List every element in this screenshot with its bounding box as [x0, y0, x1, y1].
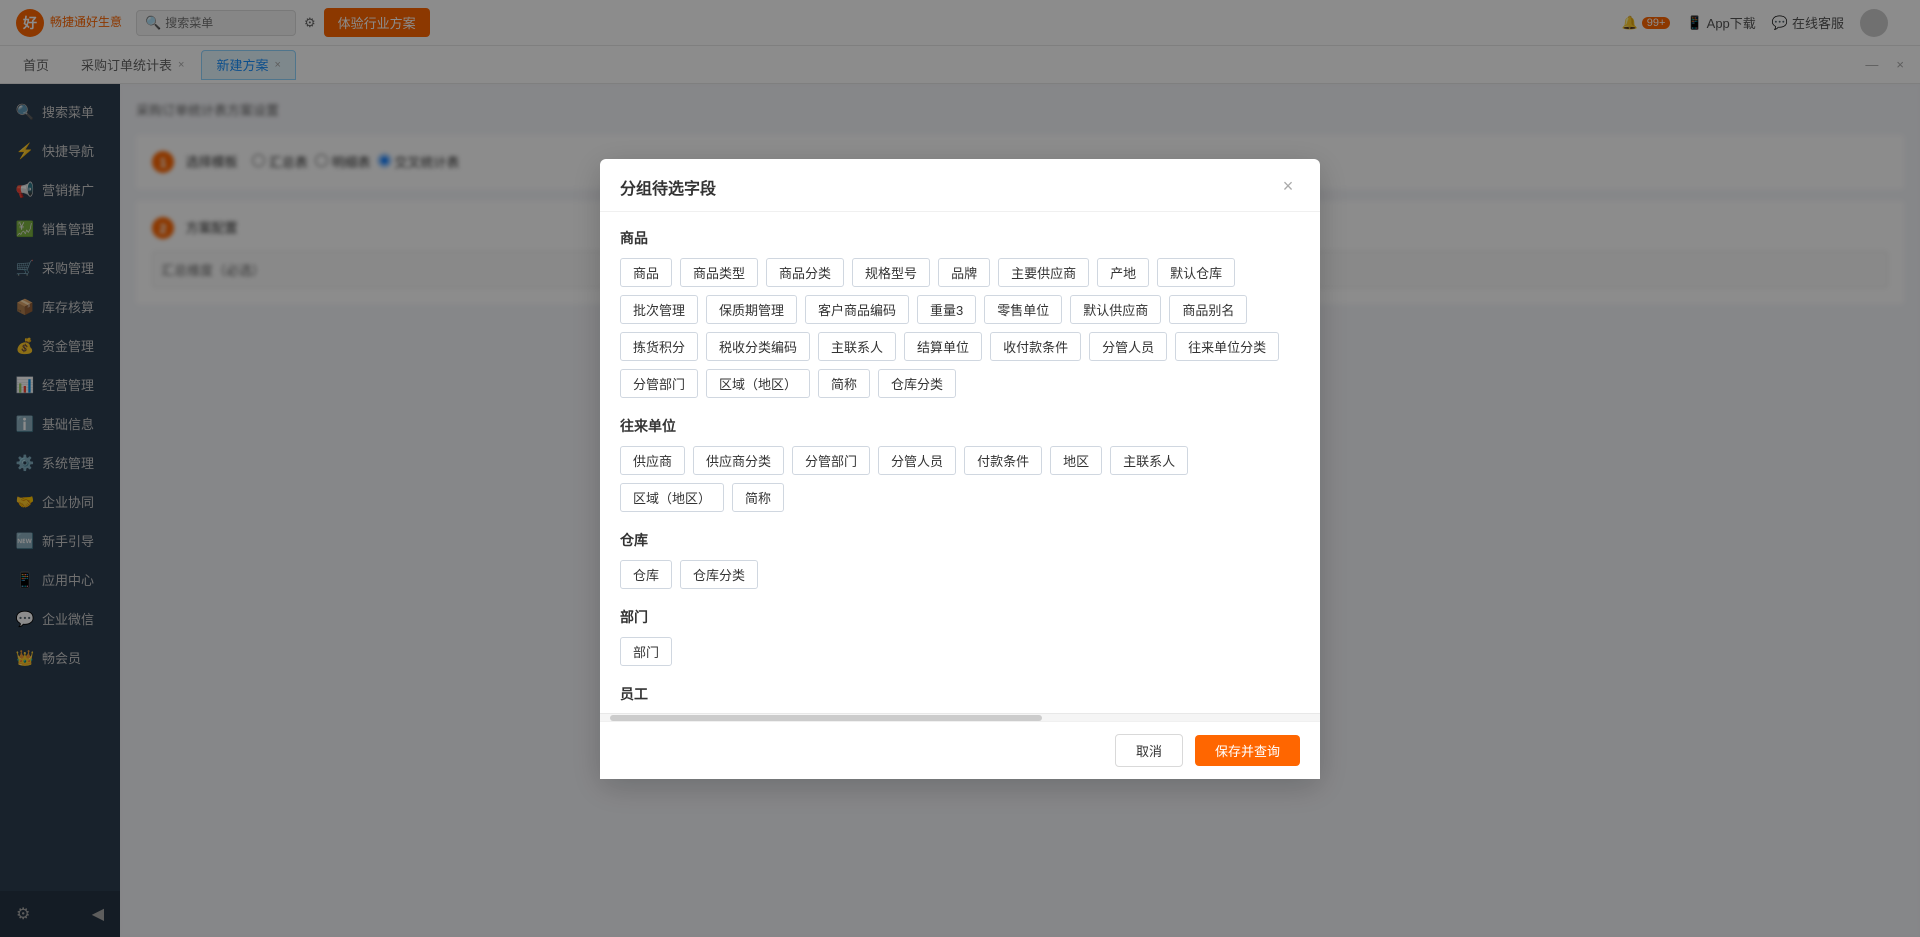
- modal-section-2: 仓库仓库仓库分类: [620, 530, 1300, 589]
- modal-overlay: 分组待选字段 × 商品商品商品类型商品分类规格型号品牌主要供应商产地默认仓库批次…: [0, 0, 1920, 937]
- field-tag-2-1[interactable]: 仓库分类: [680, 560, 758, 589]
- field-tag-0-6[interactable]: 产地: [1097, 258, 1149, 287]
- field-tags-0: 商品商品类型商品分类规格型号品牌主要供应商产地默认仓库批次管理保质期管理客户商品…: [620, 258, 1300, 398]
- section-title-1: 往来单位: [620, 416, 1300, 436]
- section-title-4: 员工: [620, 684, 1300, 704]
- field-tag-0-25[interactable]: 仓库分类: [878, 369, 956, 398]
- field-tag-0-22[interactable]: 分管部门: [620, 369, 698, 398]
- modal-header: 分组待选字段 ×: [600, 159, 1320, 212]
- field-tag-1-1[interactable]: 供应商分类: [693, 446, 784, 475]
- field-tag-0-2[interactable]: 商品分类: [766, 258, 844, 287]
- field-tag-0-15[interactable]: 拣货积分: [620, 332, 698, 361]
- field-tag-0-11[interactable]: 重量3: [917, 295, 976, 324]
- field-tag-0-20[interactable]: 分管人员: [1089, 332, 1167, 361]
- modal-close-btn[interactable]: ×: [1276, 175, 1300, 199]
- section-title-2: 仓库: [620, 530, 1300, 550]
- field-tag-0-1[interactable]: 商品类型: [680, 258, 758, 287]
- field-tag-1-2[interactable]: 分管部门: [792, 446, 870, 475]
- field-tag-0-3[interactable]: 规格型号: [852, 258, 930, 287]
- field-tag-0-5[interactable]: 主要供应商: [998, 258, 1089, 287]
- field-tag-1-6[interactable]: 主联系人: [1110, 446, 1188, 475]
- field-tag-1-7[interactable]: 区域（地区）: [620, 483, 724, 512]
- field-tag-0-0[interactable]: 商品: [620, 258, 672, 287]
- modal-section-4: 员工业务员: [620, 684, 1300, 713]
- field-tag-0-4[interactable]: 品牌: [938, 258, 990, 287]
- field-tags-2: 仓库仓库分类: [620, 560, 1300, 589]
- field-tag-0-14[interactable]: 商品别名: [1169, 295, 1247, 324]
- field-tag-1-4[interactable]: 付款条件: [964, 446, 1042, 475]
- field-tag-1-3[interactable]: 分管人员: [878, 446, 956, 475]
- modal-section-0: 商品商品商品类型商品分类规格型号品牌主要供应商产地默认仓库批次管理保质期管理客户…: [620, 228, 1300, 398]
- field-tag-0-9[interactable]: 保质期管理: [706, 295, 797, 324]
- section-title-3: 部门: [620, 607, 1300, 627]
- field-tag-0-24[interactable]: 简称: [818, 369, 870, 398]
- modal-dialog: 分组待选字段 × 商品商品商品类型商品分类规格型号品牌主要供应商产地默认仓库批次…: [600, 159, 1320, 779]
- field-tag-0-8[interactable]: 批次管理: [620, 295, 698, 324]
- field-tag-0-19[interactable]: 收付款条件: [990, 332, 1081, 361]
- section-title-0: 商品: [620, 228, 1300, 248]
- field-tag-0-16[interactable]: 税收分类编码: [706, 332, 810, 361]
- field-tag-0-17[interactable]: 主联系人: [818, 332, 896, 361]
- cancel-button[interactable]: 取消: [1115, 734, 1183, 767]
- field-tag-1-5[interactable]: 地区: [1050, 446, 1102, 475]
- field-tag-3-0[interactable]: 部门: [620, 637, 672, 666]
- modal-section-1: 往来单位供应商供应商分类分管部门分管人员付款条件地区主联系人区域（地区） 简称: [620, 416, 1300, 512]
- field-tag-0-10[interactable]: 客户商品编码: [805, 295, 909, 324]
- field-tag-0-23[interactable]: 区域（地区）: [706, 369, 810, 398]
- field-tags-1: 供应商供应商分类分管部门分管人员付款条件地区主联系人区域（地区） 简称: [620, 446, 1300, 512]
- field-tags-3: 部门: [620, 637, 1300, 666]
- modal-footer: 取消 保存并查询: [600, 721, 1320, 779]
- field-tag-0-12[interactable]: 零售单位: [984, 295, 1062, 324]
- field-tag-0-18[interactable]: 结算单位: [904, 332, 982, 361]
- modal-section-3: 部门部门: [620, 607, 1300, 666]
- field-tag-0-13[interactable]: 默认供应商: [1070, 295, 1161, 324]
- confirm-button[interactable]: 保存并查询: [1195, 735, 1300, 766]
- modal-body: 商品商品商品类型商品分类规格型号品牌主要供应商产地默认仓库批次管理保质期管理客户…: [600, 212, 1320, 713]
- field-tag-2-0[interactable]: 仓库: [620, 560, 672, 589]
- field-tag-1-0[interactable]: 供应商: [620, 446, 685, 475]
- field-tag-0-7[interactable]: 默认仓库: [1157, 258, 1235, 287]
- field-tag-0-21[interactable]: 往来单位分类: [1175, 332, 1279, 361]
- field-tag-1-8[interactable]: 简称: [732, 483, 784, 512]
- modal-title: 分组待选字段: [620, 175, 716, 199]
- modal-horizontal-scroll[interactable]: [600, 713, 1320, 721]
